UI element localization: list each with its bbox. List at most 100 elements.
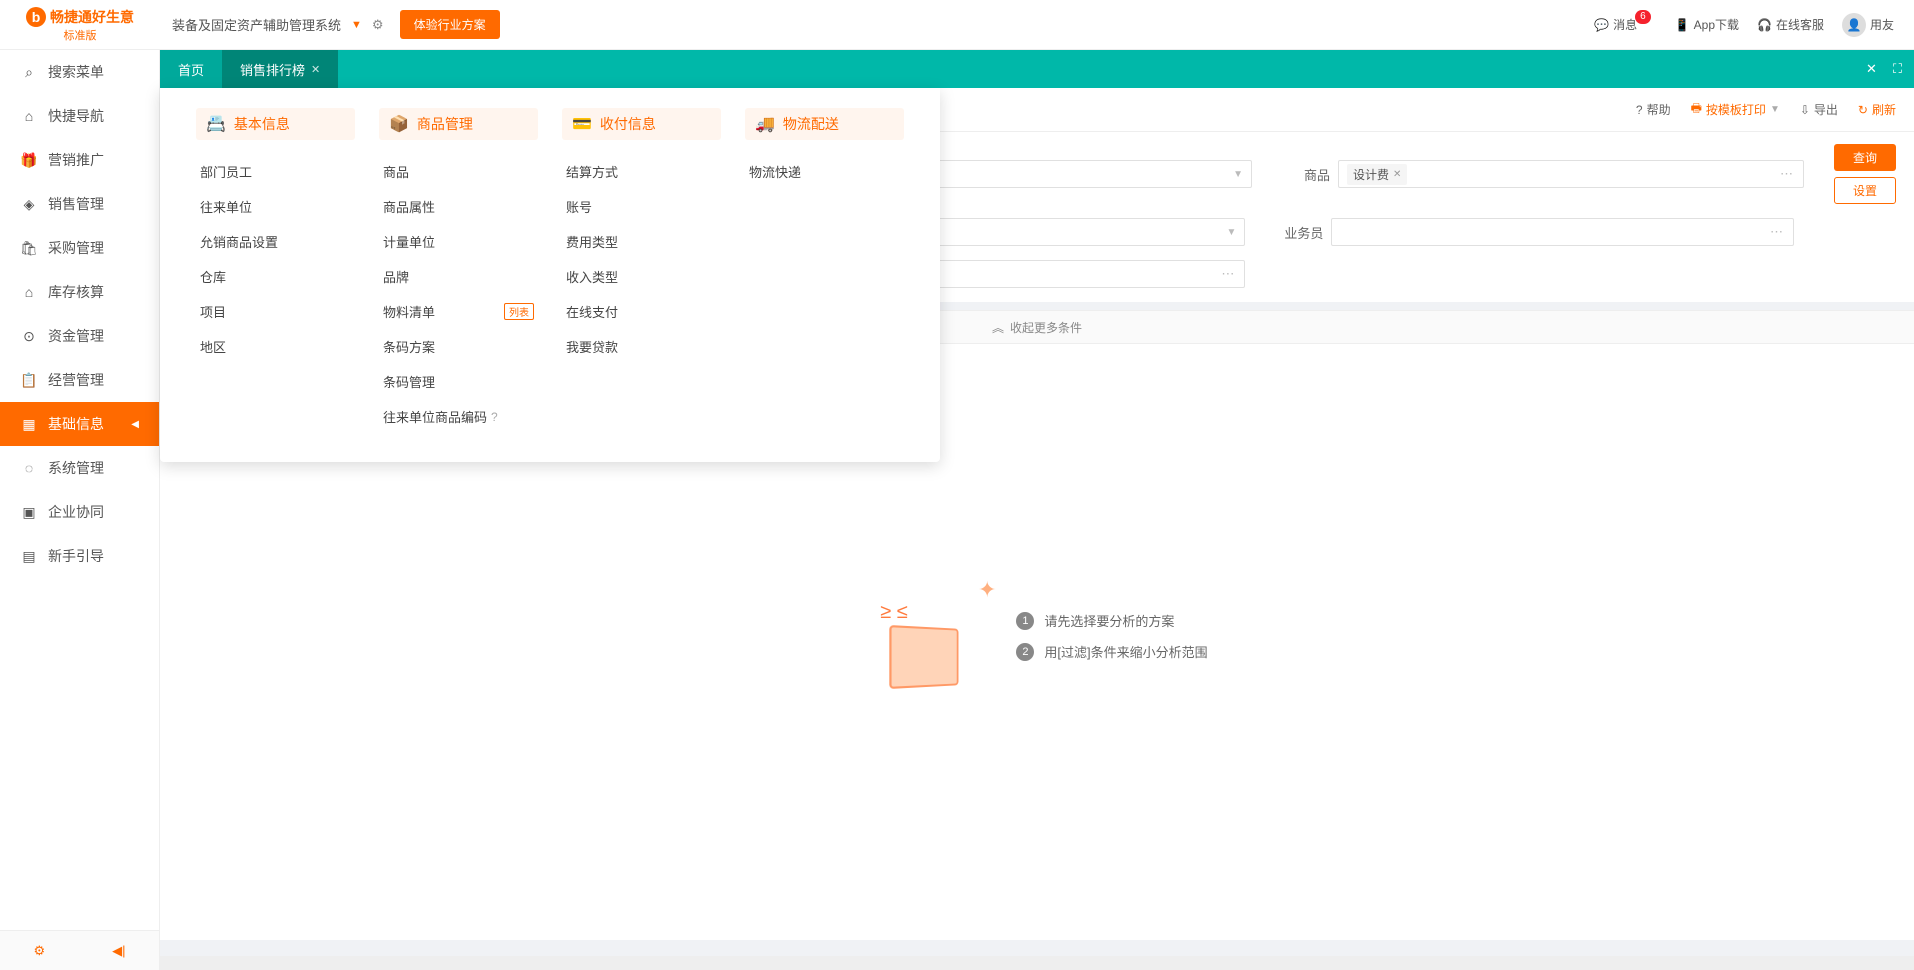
menu-item[interactable]: 条码管理 bbox=[379, 364, 538, 399]
menu-item[interactable]: 往来单位 bbox=[196, 189, 355, 224]
salesman-label: 业务员 bbox=[1275, 223, 1323, 242]
menu-item-label: 我要贷款 bbox=[566, 337, 618, 356]
tab-sales-ranking[interactable]: 销售排行榜 ✕ bbox=[222, 50, 338, 88]
card-icon: 📇 bbox=[206, 114, 226, 134]
menu-item[interactable]: 我要贷款 bbox=[562, 329, 721, 364]
menu-item[interactable]: 费用类型 bbox=[562, 224, 721, 259]
menu-item[interactable]: 往来单位商品编码? bbox=[379, 399, 538, 434]
sidebar-item-label: 库存核算 bbox=[48, 282, 104, 302]
more-icon[interactable]: ⋯ bbox=[1770, 224, 1785, 240]
print-button[interactable]: 🖶按模板打印▼ bbox=[1691, 99, 1780, 120]
sidebar-item-finance[interactable]: ⊙资金管理 bbox=[0, 314, 159, 358]
empty-tips: 1请先选择要分析的方案 2用[过滤]条件来缩小分析范围 bbox=[1016, 611, 1207, 673]
menu-item[interactable]: 计量单位 bbox=[379, 224, 538, 259]
menu-item-label: 条码管理 bbox=[383, 372, 435, 391]
online-service-button[interactable]: 🎧 在线客服 bbox=[1757, 16, 1824, 33]
help-button[interactable]: ?帮助 bbox=[1636, 101, 1671, 118]
collapse-icon[interactable]: ◀| bbox=[112, 943, 125, 959]
sidebar-item-system[interactable]: ◌系统管理 bbox=[0, 446, 159, 490]
menu-item[interactable]: 在线支付 bbox=[562, 294, 721, 329]
tabs-right-controls: ✕ ⛶ bbox=[1862, 57, 1914, 81]
more-icon[interactable]: ⋯ bbox=[1780, 166, 1795, 182]
logo-text: 畅捷通好生意 bbox=[50, 7, 134, 27]
gear-icon[interactable]: ⚙ bbox=[372, 17, 384, 33]
menu-item[interactable]: 物流快递 bbox=[745, 154, 904, 189]
bottom-scrollbar[interactable] bbox=[160, 956, 1914, 970]
menu-col-header: 📦 商品管理 bbox=[379, 108, 538, 140]
menu-item[interactable]: 部门员工 bbox=[196, 154, 355, 189]
menu-item[interactable]: 收入类型 bbox=[562, 259, 721, 294]
menu-item[interactable]: 允销商品设置 bbox=[196, 224, 355, 259]
menu-col-title: 收付信息 bbox=[600, 114, 656, 134]
sidebar-footer: ⚙ ◀| bbox=[0, 930, 159, 970]
user-menu[interactable]: 👤 用友 bbox=[1842, 13, 1894, 37]
step-number: 2 bbox=[1016, 643, 1034, 661]
chevron-down-icon: ▼ bbox=[1226, 227, 1236, 238]
sidebar-item-guide[interactable]: ▤新手引导 bbox=[0, 534, 159, 578]
sidebar-item-inventory[interactable]: ⌂ 库存核算 bbox=[0, 270, 159, 314]
menu-col-title: 商品管理 bbox=[417, 114, 473, 134]
product-label: 商品 bbox=[1282, 165, 1330, 184]
query-button[interactable]: 查询 bbox=[1834, 144, 1896, 171]
close-icon[interactable]: ✕ bbox=[311, 63, 320, 76]
help-icon[interactable]: ? bbox=[491, 410, 498, 424]
menu-item[interactable]: 品牌 bbox=[379, 259, 538, 294]
settings-button[interactable]: 设置 bbox=[1834, 177, 1896, 204]
sidebar-item-label: 采购管理 bbox=[48, 238, 104, 258]
tab-home[interactable]: 首页 bbox=[160, 50, 222, 88]
header-right: 💬 消息 6 📱 App下载 🎧 在线客服 👤 用友 bbox=[1594, 13, 1914, 37]
filter-actions: 查询 设置 bbox=[1834, 144, 1896, 204]
diamond-icon: ◈ bbox=[20, 196, 38, 213]
house-icon: ⌂ bbox=[20, 284, 38, 300]
salesman-select[interactable]: ⋯ bbox=[1331, 218, 1794, 246]
top-header: b 畅捷通好生意 标准版 装备及固定资产辅助管理系统 ▼ ⚙ 体验行业方案 💬 … bbox=[0, 0, 1914, 50]
menu-item-label: 计量单位 bbox=[383, 232, 435, 251]
messages-button[interactable]: 💬 消息 6 bbox=[1594, 16, 1657, 33]
sidebar-item-label: 基础信息 bbox=[48, 414, 104, 434]
menu-item[interactable]: 账号 bbox=[562, 189, 721, 224]
sidebar-item-quicknav[interactable]: ⌂快捷导航 bbox=[0, 94, 159, 138]
menu-item-label: 收入类型 bbox=[566, 267, 618, 286]
sidebar-item-marketing[interactable]: 🎁营销推广 bbox=[0, 138, 159, 182]
menu-item[interactable]: 物料清单列表 bbox=[379, 294, 538, 329]
chevron-up-icon: ︽ bbox=[992, 319, 1004, 336]
logo-edition: 标准版 bbox=[64, 27, 97, 43]
sidebar-item-sales[interactable]: ◈销售管理 bbox=[0, 182, 159, 226]
sidebar-item-basicinfo[interactable]: ▦基础信息◀ bbox=[0, 402, 159, 446]
settings-icon[interactable]: ⚙ bbox=[33, 943, 45, 959]
menu-item[interactable]: 商品 bbox=[379, 154, 538, 189]
sidebar-item-collab[interactable]: ▣企业协同 bbox=[0, 490, 159, 534]
trial-button[interactable]: 体验行业方案 bbox=[400, 10, 500, 39]
product-select[interactable]: 设计费 ✕ ⋯ bbox=[1338, 160, 1804, 188]
system-selector[interactable]: 装备及固定资产辅助管理系统 ▼ ⚙ bbox=[172, 15, 384, 34]
more-icon[interactable]: ⋯ bbox=[1221, 266, 1236, 282]
app-download-button[interactable]: 📱 App下载 bbox=[1675, 16, 1739, 33]
logo-area[interactable]: b 畅捷通好生意 标准版 bbox=[0, 0, 160, 50]
menu-item[interactable]: 地区 bbox=[196, 329, 355, 364]
refresh-button[interactable]: ↻刷新 bbox=[1858, 101, 1896, 118]
sidebar-item-search[interactable]: ⌕搜索菜单 bbox=[0, 50, 159, 94]
menu-item[interactable]: 结算方式 bbox=[562, 154, 721, 189]
gift-icon: 🎁 bbox=[20, 152, 38, 169]
sidebar-item-label: 资金管理 bbox=[48, 326, 104, 346]
sidebar-item-operation[interactable]: 📋经营管理 bbox=[0, 358, 159, 402]
print-icon: 🖶 bbox=[1691, 99, 1702, 120]
toolbar-label: 按模板打印 bbox=[1706, 101, 1766, 118]
menu-item-label: 品牌 bbox=[383, 267, 409, 286]
refresh-icon: ↻ bbox=[1858, 103, 1868, 117]
remove-tag-icon[interactable]: ✕ bbox=[1393, 169, 1401, 180]
messages-label: 消息 bbox=[1613, 16, 1637, 33]
sidebar-item-purchase[interactable]: 🛍 采购管理 bbox=[0, 226, 159, 270]
menu-item[interactable]: 商品属性 bbox=[379, 189, 538, 224]
menu-item[interactable]: 条码方案 bbox=[379, 329, 538, 364]
box-icon: 📦 bbox=[389, 114, 409, 134]
menu-col-goods: 📦 商品管理 商品 商品属性 计量单位 品牌 物料清单列表 条码方案 条码管理 往… bbox=[367, 108, 550, 434]
menu-item[interactable]: 项目 bbox=[196, 294, 355, 329]
menu-col-payment: 💳收付信息 结算方式 账号 费用类型 收入类型 在线支付 我要贷款 bbox=[550, 108, 733, 434]
export-button[interactable]: ⇩导出 bbox=[1800, 101, 1838, 118]
menu-item-label: 物料清单 bbox=[383, 302, 435, 321]
close-all-icon[interactable]: ✕ bbox=[1862, 57, 1881, 81]
menu-item[interactable]: 仓库 bbox=[196, 259, 355, 294]
bag-icon: 🛍 bbox=[20, 240, 38, 257]
fullscreen-icon[interactable]: ⛶ bbox=[1889, 57, 1906, 81]
